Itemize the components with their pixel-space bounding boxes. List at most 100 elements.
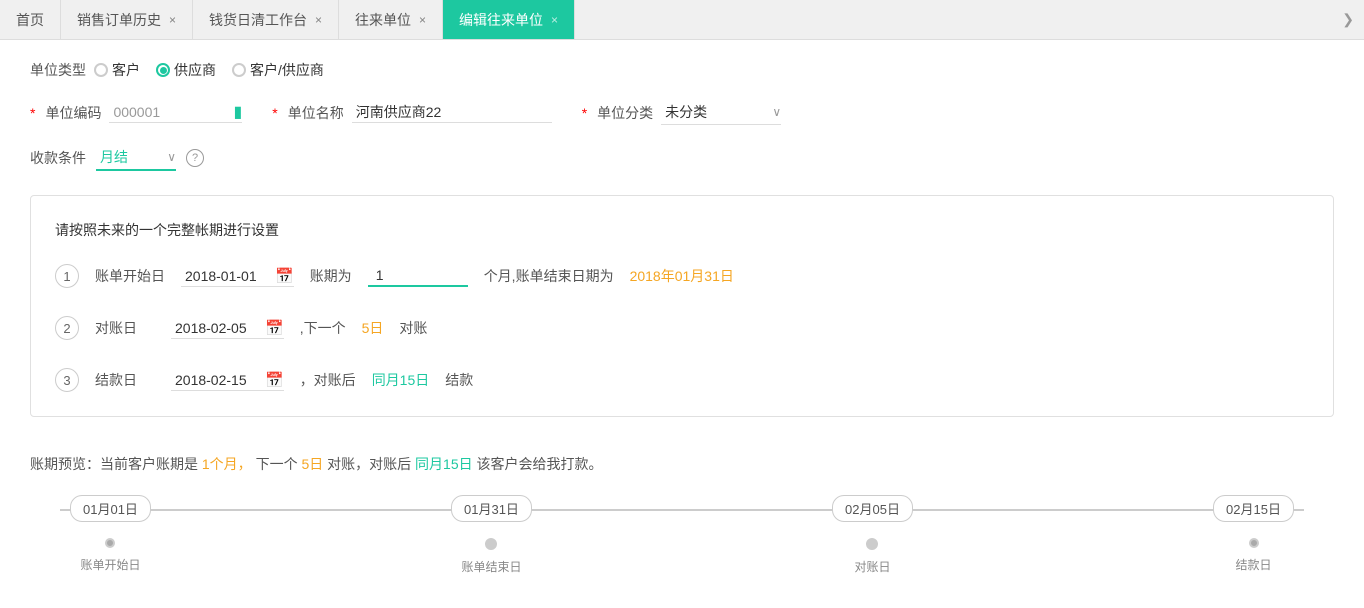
tab-sales-history-close[interactable]: × <box>169 13 176 27</box>
unit-category-value: 未分类 <box>661 100 768 124</box>
preview-text-middle1: 下一个 <box>256 456 298 472</box>
payment-date-input-group: 📅 <box>171 370 284 391</box>
unit-code-input-wrapper: ▮ <box>109 102 242 123</box>
unit-code-group: * 单位编码 ▮ <box>30 102 242 123</box>
payment-suffix: 结款 <box>445 370 473 390</box>
setting-label-2: 对账日 <box>95 318 155 338</box>
tab-cashflow[interactable]: 钱货日清工作台 × <box>193 0 339 39</box>
setting-number-2: 2 <box>55 316 79 340</box>
payment-condition-label: 收款条件 <box>30 148 86 168</box>
timeline-item-0: 01月01日 账单开始日 <box>70 495 151 573</box>
payment-condition-chevron-icon: ∨ <box>167 150 176 164</box>
period-input[interactable] <box>368 265 468 287</box>
tab-edit-partner-close[interactable]: × <box>551 13 558 27</box>
period-prefix-label: 账期为 <box>310 266 352 286</box>
start-date-input[interactable] <box>181 266 271 286</box>
radio-customer[interactable]: 客户 <box>94 60 140 80</box>
unit-details-row: * 单位编码 ▮ * 单位名称 * 单位分类 未分类 ∨ <box>30 100 1334 125</box>
setting-row-2: 2 对账日 📅 ,下一个 5日 对账 <box>55 316 1309 340</box>
radio-supplier[interactable]: 供应商 <box>156 60 216 80</box>
payment-condition-row: 收款条件 月结 ∨ ? <box>30 145 1334 171</box>
unit-category-select[interactable]: 未分类 ∨ <box>661 100 781 125</box>
timeline-label-1: 账单结束日 <box>461 558 521 575</box>
reconcile-day-highlight: 5日 <box>362 318 384 338</box>
period-suffix-label: 个月,账单结束日期为 <box>484 266 614 286</box>
payment-condition-select[interactable]: 月结 ∨ <box>96 145 176 171</box>
preview-text-middle2: 对账，对账后 <box>327 456 411 472</box>
unit-category-chevron-icon: ∨ <box>772 105 781 119</box>
unit-code-copy-icon[interactable]: ▮ <box>233 102 242 122</box>
preview-highlight-3: 同月15日 <box>415 456 473 472</box>
setting-row-3: 3 结款日 📅 ，对账后 同月15日 结款 <box>55 368 1309 392</box>
timeline-dot-1 <box>485 538 497 550</box>
tab-partner-units[interactable]: 往来单位 × <box>339 0 443 39</box>
reconcile-date-calendar-icon[interactable]: 📅 <box>265 319 284 337</box>
payment-date-calendar-icon[interactable]: 📅 <box>265 371 284 389</box>
unit-name-input[interactable] <box>352 102 552 123</box>
tab-home[interactable]: 首页 <box>0 0 61 39</box>
preview-highlight-1: 1个月， <box>202 456 252 472</box>
tab-sales-history-label: 销售订单历史 <box>77 10 161 30</box>
timeline-dot-3 <box>1249 538 1259 548</box>
timeline-date-3: 02月15日 <box>1213 495 1294 522</box>
tab-sales-history[interactable]: 销售订单历史 × <box>61 0 193 39</box>
setting-label-3: 结款日 <box>95 370 155 390</box>
timeline-container: 01月01日 账单开始日 01月31日 账单结束日 02月05日 对账日 02月… <box>30 495 1334 575</box>
preview-text-end: 该客户会给我打款。 <box>477 456 603 472</box>
setting-number-1: 1 <box>55 264 79 288</box>
radio-customer-circle <box>94 63 108 77</box>
radio-both[interactable]: 客户/供应商 <box>232 60 324 80</box>
timeline-label-3: 结款日 <box>1236 556 1272 573</box>
timeline-items: 01月01日 账单开始日 01月31日 账单结束日 02月05日 对账日 02月… <box>70 495 1294 575</box>
period-end-date: 2018年01月31日 <box>630 266 734 286</box>
unit-name-group: * 单位名称 <box>272 102 551 123</box>
settings-card: 请按照未来的一个完整帐期进行设置 1 账单开始日 📅 账期为 个月,账单结束日期… <box>30 195 1334 417</box>
timeline-item-3: 02月15日 结款日 <box>1213 495 1294 573</box>
setting-row-1: 1 账单开始日 📅 账期为 个月,账单结束日期为 2018年01月31日 <box>55 264 1309 288</box>
payment-date-input[interactable] <box>171 370 261 390</box>
tab-home-label: 首页 <box>16 10 44 30</box>
radio-group: 客户 供应商 客户/供应商 <box>94 60 324 80</box>
unit-code-star: * <box>30 105 35 121</box>
unit-code-input[interactable] <box>109 102 229 122</box>
tab-partner-units-close[interactable]: × <box>419 13 426 27</box>
reconcile-prefix: ,下一个 <box>300 318 346 338</box>
payment-help-icon[interactable]: ? <box>186 149 204 167</box>
main-content: 单位类型 客户 供应商 客户/供应商 * 单位编码 <box>0 40 1364 608</box>
radio-both-label: 客户/供应商 <box>250 60 324 80</box>
reconcile-date-input[interactable] <box>171 318 261 338</box>
reconcile-suffix: 对账 <box>399 318 427 338</box>
unit-type-label: 单位类型 <box>30 60 86 80</box>
start-date-calendar-icon[interactable]: 📅 <box>275 267 294 285</box>
unit-category-label: 单位分类 <box>597 103 653 123</box>
unit-name-star: * <box>272 105 277 121</box>
timeline-item-2: 02月05日 对账日 <box>832 495 913 575</box>
radio-supplier-circle <box>156 63 170 77</box>
settings-title: 请按照未来的一个完整帐期进行设置 <box>55 220 1309 240</box>
timeline-date-2: 02月05日 <box>832 495 913 522</box>
payment-prefix: ，对账后 <box>300 370 356 390</box>
tab-partner-units-label: 往来单位 <box>355 10 411 30</box>
unit-category-group: * 单位分类 未分类 ∨ <box>582 100 781 125</box>
tab-expand-button[interactable]: ❯ <box>1332 0 1364 39</box>
tab-cashflow-label: 钱货日清工作台 <box>209 10 307 30</box>
radio-supplier-label: 供应商 <box>174 60 216 80</box>
tab-cashflow-close[interactable]: × <box>315 13 322 27</box>
setting-number-3: 3 <box>55 368 79 392</box>
radio-both-circle <box>232 63 246 77</box>
payment-day-highlight: 同月15日 <box>372 370 430 390</box>
reconcile-date-input-group: 📅 <box>171 318 284 339</box>
timeline-date-1: 01月31日 <box>451 495 532 522</box>
tab-edit-partner[interactable]: 编辑往来单位 × <box>443 0 575 39</box>
start-date-input-group: 📅 <box>181 266 294 287</box>
timeline-label-0: 账单开始日 <box>80 556 140 573</box>
preview-highlight-2: 5日 <box>301 456 323 472</box>
timeline-label-2: 对账日 <box>854 558 890 575</box>
radio-customer-label: 客户 <box>112 60 140 80</box>
timeline-date-0: 01月01日 <box>70 495 151 522</box>
unit-category-star: * <box>582 105 587 121</box>
timeline-dot-0 <box>105 538 115 548</box>
payment-condition-value: 月结 <box>96 145 163 169</box>
setting-label-1: 账单开始日 <box>95 266 165 286</box>
timeline-dot-2 <box>866 538 878 550</box>
